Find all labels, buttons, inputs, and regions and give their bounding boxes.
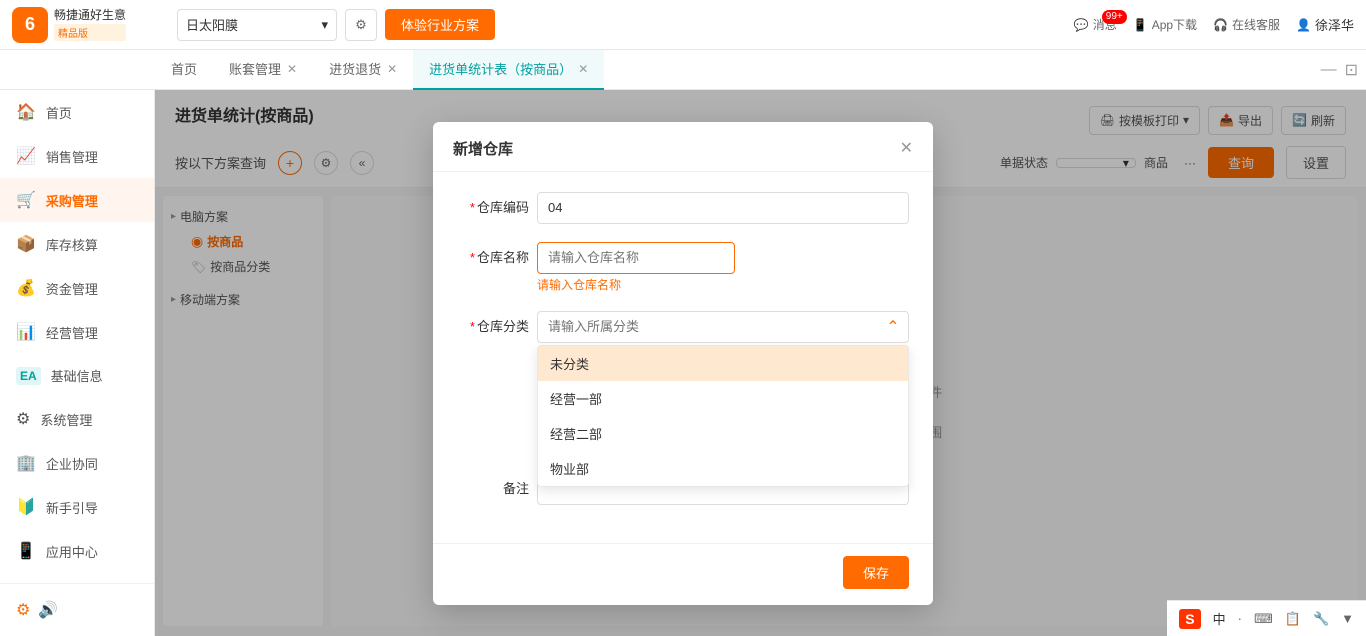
clipboard-icon[interactable]: 📋 <box>1285 611 1301 627</box>
bottom-bar: S 中 · ⌨ 📋 🔧 ▼ <box>1167 600 1366 636</box>
sidebar-item-basic-info[interactable]: EA 基础信息 <box>0 354 154 397</box>
name-label: 仓库名称 <box>457 242 537 274</box>
code-input[interactable] <box>537 192 909 224</box>
tab-end-buttons: — ⊡ <box>1321 60 1366 80</box>
category-arrow-button[interactable]: ⌃ <box>877 311 909 343</box>
category-input-wrapper: ⌃ 未分类 经营一部 经营二部 物业部 <box>537 311 909 343</box>
chevron-down-icon: ▾ <box>321 17 328 33</box>
form-row-code: 仓库编码 <box>457 192 909 224</box>
name-error-msg: 请输入仓库名称 <box>537 278 621 292</box>
sidebar-item-operations[interactable]: 📊 经营管理 <box>0 310 154 354</box>
minimize-icon[interactable]: — <box>1321 61 1337 79</box>
modal-overlay: 新增仓库 ✕ 仓库编码 仓库名称 <box>155 90 1366 636</box>
sidebar-bottom: ⚙ 🔊 <box>0 583 154 636</box>
dropdown-item-3[interactable]: 物业部 <box>538 451 908 486</box>
phone-icon: 📱 <box>1133 18 1148 32</box>
sidebar: 🏠 首页 📈 销售管理 🛒 采购管理 📦 库存核算 💰 资金管理 📊 经 <box>0 90 155 636</box>
code-label: 仓库编码 <box>457 192 537 224</box>
finance-icon: 💰 <box>16 278 36 298</box>
top-right-actions: 💬 消息 99+ 📱 App下载 🎧 在线客服 👤 徐泽华 <box>1074 15 1354 34</box>
logo-badge: 精品版 <box>54 24 126 41</box>
home-icon: 🏠 <box>16 102 36 122</box>
tab-close-account[interactable]: ✕ <box>287 63 297 75</box>
sales-icon: 📈 <box>16 146 36 166</box>
sidebar-item-sales[interactable]: 📈 销售管理 <box>0 134 154 178</box>
user-icon: 👤 <box>1296 18 1311 32</box>
dropdown-item-0[interactable]: 未分类 <box>538 346 908 381</box>
volume-icon[interactable]: 🔊 <box>38 600 58 620</box>
tab-purchase-return[interactable]: 进货退货 ✕ <box>313 50 413 90</box>
logo-area: 6 畅捷通好生意 精品版 <box>12 7 167 43</box>
keyboard-icon[interactable]: ⌨ <box>1254 611 1273 627</box>
operations-icon: 📊 <box>16 322 36 342</box>
modal-footer: 保存 <box>433 543 933 605</box>
search-area: 日太阳膜 ▾ ⚙ 体验行业方案 <box>177 9 495 41</box>
tab-home[interactable]: 首页 <box>155 50 213 90</box>
save-button[interactable]: 保存 <box>843 556 909 589</box>
down-arrow-icon[interactable]: ▼ <box>1341 611 1354 626</box>
maximize-icon[interactable]: ⊡ <box>1345 60 1358 80</box>
basic-info-icon: EA <box>16 367 41 385</box>
tab-account[interactable]: 账套管理 ✕ <box>213 50 313 90</box>
settings-bottom-icon[interactable]: ⚙ <box>16 600 30 620</box>
message-badge: 99+ <box>1102 10 1127 24</box>
tab-bar: 首页 账套管理 ✕ 进货退货 ✕ 进货单统计表（按商品） ✕ — ⊡ <box>0 50 1366 90</box>
enterprise-icon: 🏢 <box>16 453 36 473</box>
sidebar-item-purchase[interactable]: 🛒 采购管理 <box>0 178 154 222</box>
modal-title: 新增仓库 <box>453 138 513 159</box>
category-input[interactable] <box>537 311 909 343</box>
sidebar-item-vip[interactable]: V 畅会员 <box>0 573 154 583</box>
sidebar-item-guide[interactable]: 🔰 新手引导 <box>0 485 154 529</box>
top-bar: 6 畅捷通好生意 精品版 日太阳膜 ▾ ⚙ 体验行业方案 💬 消息 99+ 📱 … <box>0 0 1366 50</box>
message-icon-item[interactable]: 💬 消息 99+ <box>1074 16 1117 33</box>
trial-button[interactable]: 体验行业方案 <box>385 9 495 40</box>
modal-close-button[interactable]: ✕ <box>900 138 913 158</box>
s-icon: S <box>1179 609 1200 629</box>
category-dropdown: 未分类 经营一部 经营二部 物业部 <box>537 345 909 487</box>
content-area: 进货单统计(按商品) 🖨 按模板打印 ▾ 📤 导出 🔄 刷新 按以下方案查 <box>155 90 1366 636</box>
sidebar-item-system[interactable]: ⚙ 系统管理 <box>0 397 154 441</box>
form-row-name: 仓库名称 请输入仓库名称 <box>457 242 909 293</box>
apps-icon: 📱 <box>16 541 36 561</box>
category-label: 仓库分类 <box>457 311 537 343</box>
remark-label: 备注 <box>457 473 537 505</box>
tab-close-purchase-return[interactable]: ✕ <box>387 63 397 75</box>
user-name: 徐泽华 <box>1315 15 1354 34</box>
modal-header: 新增仓库 ✕ <box>433 122 933 172</box>
message-icon: 💬 <box>1074 18 1089 32</box>
search-select[interactable]: 日太阳膜 ▾ <box>177 9 337 41</box>
headset-icon: 🎧 <box>1213 18 1228 32</box>
tab-close-purchase-stats[interactable]: ✕ <box>578 63 588 75</box>
user-item[interactable]: 👤 徐泽华 <box>1296 15 1354 34</box>
settings-button[interactable]: ⚙ <box>345 9 377 41</box>
guide-icon: 🔰 <box>16 497 36 517</box>
logo-text: 畅捷通好生意 <box>54 8 126 24</box>
app-download-item[interactable]: 📱 App下载 <box>1133 16 1197 33</box>
online-service-item[interactable]: 🎧 在线客服 <box>1213 16 1280 33</box>
new-warehouse-modal: 新增仓库 ✕ 仓库编码 仓库名称 <box>433 122 933 605</box>
sidebar-item-enterprise[interactable]: 🏢 企业协同 <box>0 441 154 485</box>
sidebar-scroll: 🏠 首页 📈 销售管理 🛒 采购管理 📦 库存核算 💰 资金管理 📊 经 <box>0 90 154 583</box>
lang-icon[interactable]: 中 <box>1213 609 1226 628</box>
name-input[interactable] <box>537 242 735 274</box>
sidebar-item-home[interactable]: 🏠 首页 <box>0 90 154 134</box>
dot-icon: · <box>1238 611 1242 626</box>
tab-purchase-stats[interactable]: 进货单统计表（按商品） ✕ <box>413 50 604 90</box>
system-icon: ⚙ <box>16 409 30 429</box>
main-layout: 🏠 首页 📈 销售管理 🛒 采购管理 📦 库存核算 💰 资金管理 📊 经 <box>0 90 1366 636</box>
wrench-icon[interactable]: 🔧 <box>1313 611 1329 627</box>
form-row-category: 仓库分类 ⌃ 未分类 经营一部 经营二部 物业部 <box>457 311 909 343</box>
modal-body: 仓库编码 仓库名称 请输入仓库名称 <box>433 172 933 543</box>
chevron-up-icon: ⌃ <box>886 317 899 337</box>
dropdown-item-2[interactable]: 经营二部 <box>538 416 908 451</box>
sidebar-item-inventory[interactable]: 📦 库存核算 <box>0 222 154 266</box>
purchase-icon: 🛒 <box>16 190 36 210</box>
logo-icon: 6 <box>12 7 48 43</box>
sidebar-item-finance[interactable]: 💰 资金管理 <box>0 266 154 310</box>
sidebar-item-apps[interactable]: 📱 应用中心 <box>0 529 154 573</box>
dropdown-item-1[interactable]: 经营一部 <box>538 381 908 416</box>
inventory-icon: 📦 <box>16 234 36 254</box>
